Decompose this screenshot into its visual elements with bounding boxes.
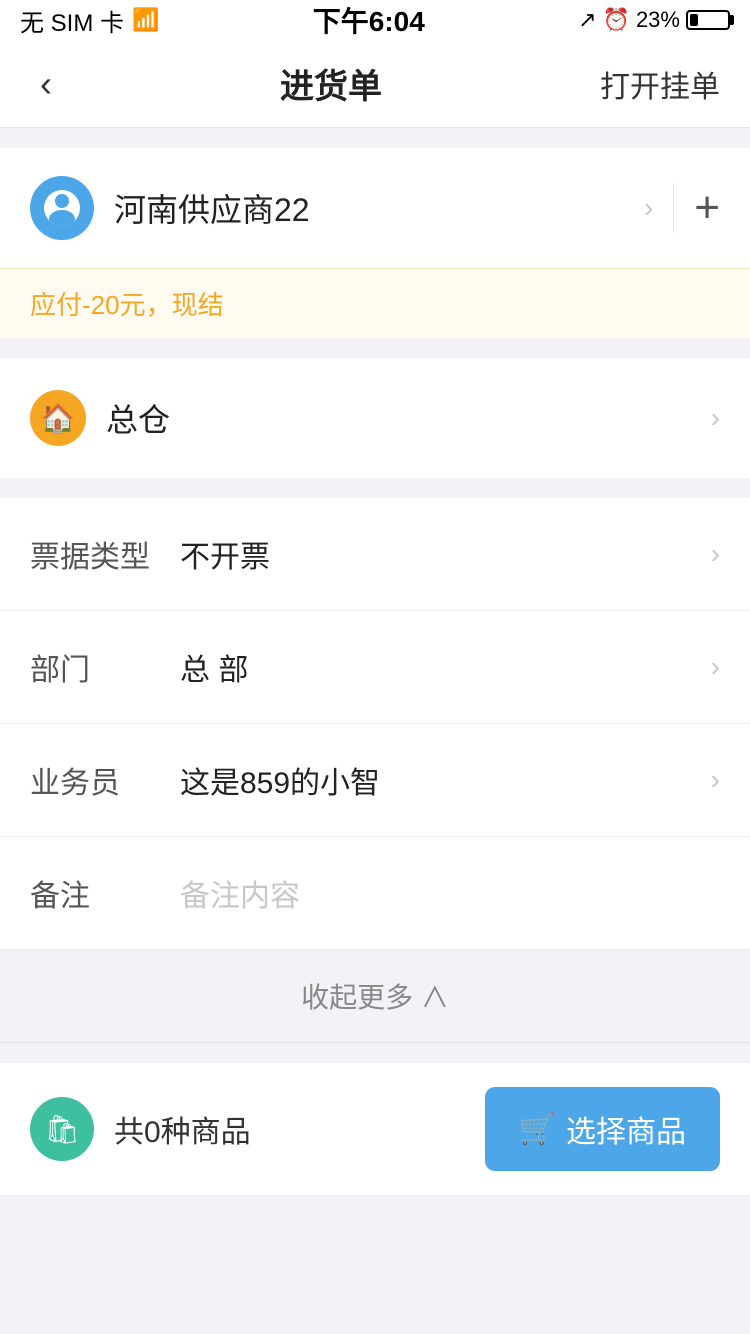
battery-icon [686,10,730,30]
back-button[interactable]: ‹ [30,53,62,115]
status-bar: 无 SIM 卡 📶 下午6:04 ↗ ⏰ 23% [0,0,750,40]
form-value-salesperson: 这是859的小智 [160,758,711,802]
warehouse-chevron-icon: › [711,402,720,434]
department-chevron-icon: › [711,651,720,683]
form-row-invoice[interactable]: 票据类型 不开票 › [0,498,750,611]
notice-bar: 应付-20元，现结 [0,268,750,338]
form-value-remark: 备注内容 [160,871,720,915]
location-icon: ↗ [578,7,596,33]
form-key-department: 部门 [30,645,160,689]
status-right: ↗ ⏰ 23% [578,7,730,33]
battery-percent: 23% [636,7,680,33]
select-product-label: 选择商品 [566,1107,686,1151]
warehouse-label: 总仓 [106,395,711,441]
section-divider-2 [0,338,750,358]
alarm-icon: ⏰ [603,7,630,33]
warehouse-icon-circle: 🏠 [30,390,86,446]
select-product-button[interactable]: 🛒 选择商品 [485,1087,720,1171]
notice-text: 应付-20元，现结 [30,290,224,320]
wifi-icon: 📶 [132,7,159,33]
form-value-invoice: 不开票 [160,532,711,576]
open-pending-button[interactable]: 打开挂单 [600,62,720,106]
salesperson-chevron-icon: › [711,764,720,796]
form-key-remark: 备注 [30,871,160,915]
supplier-section: 河南供应商22 › + 应付-20元，现结 [0,148,750,338]
product-count: 共0种商品 [114,1107,485,1151]
add-supplier-button[interactable]: + [694,186,720,230]
form-row-department[interactable]: 部门 总 部 › [0,611,750,724]
form-value-department: 总 部 [160,645,711,689]
warehouse-section: 🏠 总仓 › [0,358,750,478]
invoice-chevron-icon: › [711,538,720,570]
form-row-remark[interactable]: 备注 备注内容 [0,837,750,949]
form-key-invoice: 票据类型 [30,532,160,576]
battery-fill [690,14,698,26]
status-left: 无 SIM 卡 📶 [20,3,159,38]
section-divider-3 [0,478,750,498]
supplier-name: 河南供应商22 [114,185,644,231]
vertical-divider [673,183,674,233]
collapse-label: 收起更多 ∧ [301,982,449,1013]
supplier-chevron-icon: › [644,192,653,224]
form-key-salesperson: 业务员 [30,758,160,802]
nav-bar: ‹ 进货单 打开挂单 [0,40,750,128]
page-title: 进货单 [280,59,382,108]
product-icon-circle: 🛍 [30,1097,94,1161]
select-product-icon: 🛒 [519,1112,556,1147]
supplier-avatar [30,176,94,240]
form-row-salesperson[interactable]: 业务员 这是859的小智 › [0,724,750,837]
carrier-label: 无 SIM 卡 [20,3,124,38]
avatar-person-icon [44,190,80,226]
warehouse-row[interactable]: 🏠 总仓 › [0,358,750,478]
product-bag-icon: 🛍 [44,1113,80,1146]
supplier-row[interactable]: 河南供应商22 › + [0,148,750,268]
warehouse-icon: 🏠 [41,402,76,435]
form-section: 票据类型 不开票 › 部门 总 部 › 业务员 这是859的小智 › 备注 备注… [0,498,750,949]
section-divider-1 [0,128,750,148]
collapse-bar[interactable]: 收起更多 ∧ [0,949,750,1043]
product-bar: 🛍 共0种商品 🛒 选择商品 [0,1063,750,1195]
status-time: 下午6:04 [313,0,425,40]
